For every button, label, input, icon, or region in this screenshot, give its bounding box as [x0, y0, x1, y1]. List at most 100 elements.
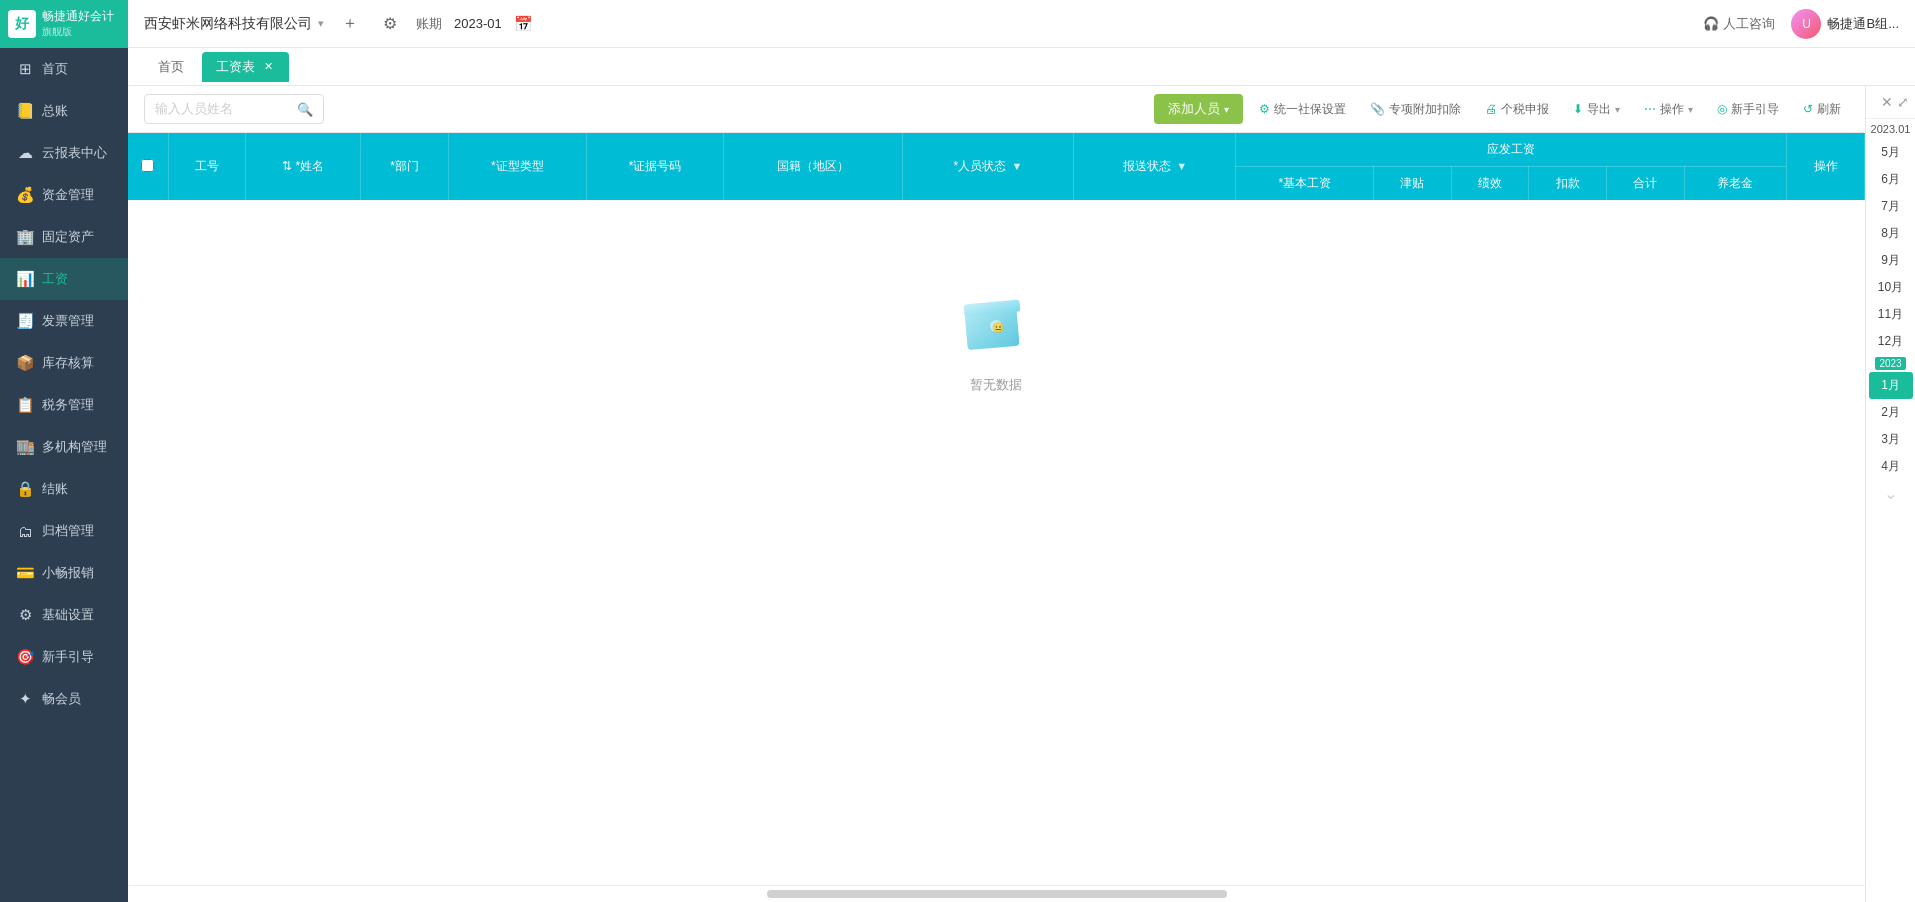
sidebar-item-member[interactable]: ✦ 畅会员 — [0, 678, 128, 720]
calendar-icon[interactable]: 📅 — [514, 15, 533, 33]
sidebar-item-ledger[interactable]: 📒 总账 — [0, 90, 128, 132]
right-sidebar: ✕ ⤢ 2023.01 5月 6月 7月 8月 9月 — [1865, 86, 1915, 902]
sidebar-item-fund[interactable]: 💰 资金管理 — [0, 174, 128, 216]
header-right: 🎧 人工咨询 U 畅捷通B组... — [1703, 9, 1899, 39]
sidebar-item-label: 税务管理 — [42, 396, 94, 414]
empty-state-cell: 😐 暂无数据 — [128, 200, 1865, 474]
export-button[interactable]: ⬇ 导出 ▾ — [1565, 96, 1628, 123]
col-header-number: 工号 — [168, 133, 246, 200]
col-header-base-salary: *基本工资 — [1236, 167, 1374, 201]
sidebar-item-label: 工资 — [42, 270, 68, 288]
col-header-pension: 养老金 — [1684, 167, 1787, 201]
refresh-icon: ↺ — [1803, 102, 1813, 116]
sidebar-item-label: 总账 — [42, 102, 68, 120]
sidebar-item-archive[interactable]: 🗂 归档管理 — [0, 510, 128, 552]
user-info[interactable]: U 畅捷通B组... — [1791, 9, 1899, 39]
sidebar-item-close[interactable]: 🔒 结账 — [0, 468, 128, 510]
social-security-button[interactable]: ⚙ 统一社保设置 — [1251, 96, 1354, 123]
sidebar-item-tax[interactable]: 📋 税务管理 — [0, 384, 128, 426]
refresh-label: 刷新 — [1817, 101, 1841, 118]
fund-icon: 💰 — [16, 186, 34, 204]
company-selector[interactable]: 西安虾米网络科技有限公司 ▾ — [144, 15, 324, 33]
special-deduction-button[interactable]: 📎 专项附加扣除 — [1362, 96, 1469, 123]
sidebar-logo: 好 畅捷通好会计 旗舰版 — [0, 0, 128, 48]
add-person-label: 添加人员 — [1168, 100, 1220, 118]
sidebar-item-invoice[interactable]: 🧾 发票管理 — [0, 300, 128, 342]
add-person-button[interactable]: 添加人员 ▾ — [1154, 94, 1243, 124]
chevron-down-icon: ▾ — [318, 17, 324, 30]
tab-home[interactable]: 首页 — [144, 52, 198, 82]
main-area: 西安虾米网络科技有限公司 ▾ ＋ ⚙ 账期 2023-01 📅 🎧 人工咨询 U… — [128, 0, 1915, 902]
add-company-button[interactable]: ＋ — [336, 10, 364, 38]
asset-icon: 🏢 — [16, 228, 34, 246]
sidebar-item-fixed-asset[interactable]: 🏢 固定资产 — [0, 216, 128, 258]
month-item-6[interactable]: 6月 — [1869, 166, 1913, 193]
month-list: 5月 6月 7月 8月 9月 10月 11月 — [1866, 139, 1915, 902]
logo-icon: 好 — [8, 10, 36, 38]
expense-icon: 💳 — [16, 564, 34, 582]
checkbox-col-header[interactable] — [128, 133, 168, 200]
refresh-button[interactable]: ↺ 刷新 — [1795, 96, 1849, 123]
col-header-action: 操作 — [1787, 133, 1865, 200]
close-period-icon: 🔒 — [16, 480, 34, 498]
month-item-1[interactable]: 1月 — [1869, 372, 1913, 399]
human-service-label: 人工咨询 — [1723, 15, 1775, 33]
human-service-button[interactable]: 🎧 人工咨询 — [1703, 15, 1775, 33]
status-filter-icon[interactable]: ▼ — [1012, 160, 1023, 172]
main-layout: 输入人员姓名 🔍 添加人员 ▾ ⚙ 统一社保设置 📎 专项附加扣除 🖨 — [128, 86, 1915, 902]
month-item-11[interactable]: 11月 — [1869, 301, 1913, 328]
panel-close-icon[interactable]: ✕ — [1881, 94, 1893, 110]
month-item-4[interactable]: 4月 — [1869, 453, 1913, 480]
table-container: 工号 ⇅ *姓名 *部门 *证型类型 *证据号码 国籍（地区） *人员状态 ▼ … — [128, 133, 1865, 902]
month-item-10[interactable]: 10月 — [1869, 274, 1913, 301]
sidebar-item-settings[interactable]: ⚙ 基础设置 — [0, 594, 128, 636]
col-header-deduction: 扣款 — [1529, 167, 1607, 201]
col-header-cert-type: *证型类型 — [448, 133, 586, 200]
panel-expand-icon[interactable]: ⤢ — [1897, 94, 1909, 110]
tax-icon: 📋 — [16, 396, 34, 414]
sidebar-item-salary[interactable]: 📊 工资 — [0, 258, 128, 300]
sidebar-item-cloud-report[interactable]: ☁ 云报表中心 — [0, 132, 128, 174]
report-filter-icon[interactable]: ▼ — [1176, 160, 1187, 172]
col-header-status: *人员状态 ▼ — [902, 133, 1074, 200]
sidebar-item-label: 云报表中心 — [42, 144, 107, 162]
user-avatar: U — [1791, 9, 1821, 39]
month-item-5[interactable]: 5月 — [1869, 139, 1913, 166]
guide-toolbar-label: 新手引导 — [1731, 101, 1779, 118]
empty-state: 😐 暂无数据 — [128, 200, 1865, 474]
search-placeholder: 输入人员姓名 — [155, 100, 233, 118]
sidebar-item-expense[interactable]: 💳 小畅报销 — [0, 552, 128, 594]
settings-gear-icon[interactable]: ⚙ — [376, 10, 404, 38]
month-item-8[interactable]: 8月 — [1869, 220, 1913, 247]
tab-close-icon[interactable]: ✕ — [261, 60, 275, 74]
sidebar-item-multi-org[interactable]: 🏬 多机构管理 — [0, 426, 128, 468]
scroll-down-icon[interactable]: ⌄ — [1884, 484, 1897, 503]
operation-label: 操作 — [1660, 101, 1684, 118]
salary-icon: 📊 — [16, 270, 34, 288]
search-input[interactable]: 输入人员姓名 🔍 — [144, 94, 324, 124]
scrollbar-area — [128, 885, 1865, 902]
guide-button[interactable]: ◎ 新手引导 — [1709, 96, 1787, 123]
add-person-chevron-icon: ▾ — [1224, 104, 1229, 115]
month-item-7[interactable]: 7月 — [1869, 193, 1913, 220]
sidebar-item-label: 畅会员 — [42, 690, 81, 708]
special-deduction-label: 专项附加扣除 — [1389, 101, 1461, 118]
operation-button[interactable]: ⋯ 操作 ▾ — [1636, 96, 1701, 123]
sidebar-item-guide[interactable]: 🎯 新手引导 — [0, 636, 128, 678]
scrollbar-thumb[interactable] — [767, 890, 1227, 898]
logo-sub-text: 旗舰版 — [42, 25, 114, 39]
month-item-2[interactable]: 2月 — [1869, 399, 1913, 426]
select-all-checkbox[interactable] — [141, 159, 154, 172]
sidebar-item-inventory[interactable]: 📦 库存核算 — [0, 342, 128, 384]
personal-tax-button[interactable]: 🖨 个税申报 — [1477, 96, 1557, 123]
col-header-total: 合计 — [1606, 167, 1684, 201]
sidebar-item-home[interactable]: ⊞ 首页 — [0, 48, 128, 90]
month-item-3[interactable]: 3月 — [1869, 426, 1913, 453]
tab-salary-table[interactable]: 工资表 ✕ — [202, 52, 289, 82]
month-item-9[interactable]: 9月 — [1869, 247, 1913, 274]
tab-salary-label: 工资表 — [216, 58, 255, 76]
sidebar-item-label: 新手引导 — [42, 648, 94, 666]
month-item-12[interactable]: 12月 — [1869, 328, 1913, 355]
empty-state-text: 暂无数据 — [970, 376, 1022, 394]
scrollbar-track[interactable] — [767, 890, 1227, 898]
